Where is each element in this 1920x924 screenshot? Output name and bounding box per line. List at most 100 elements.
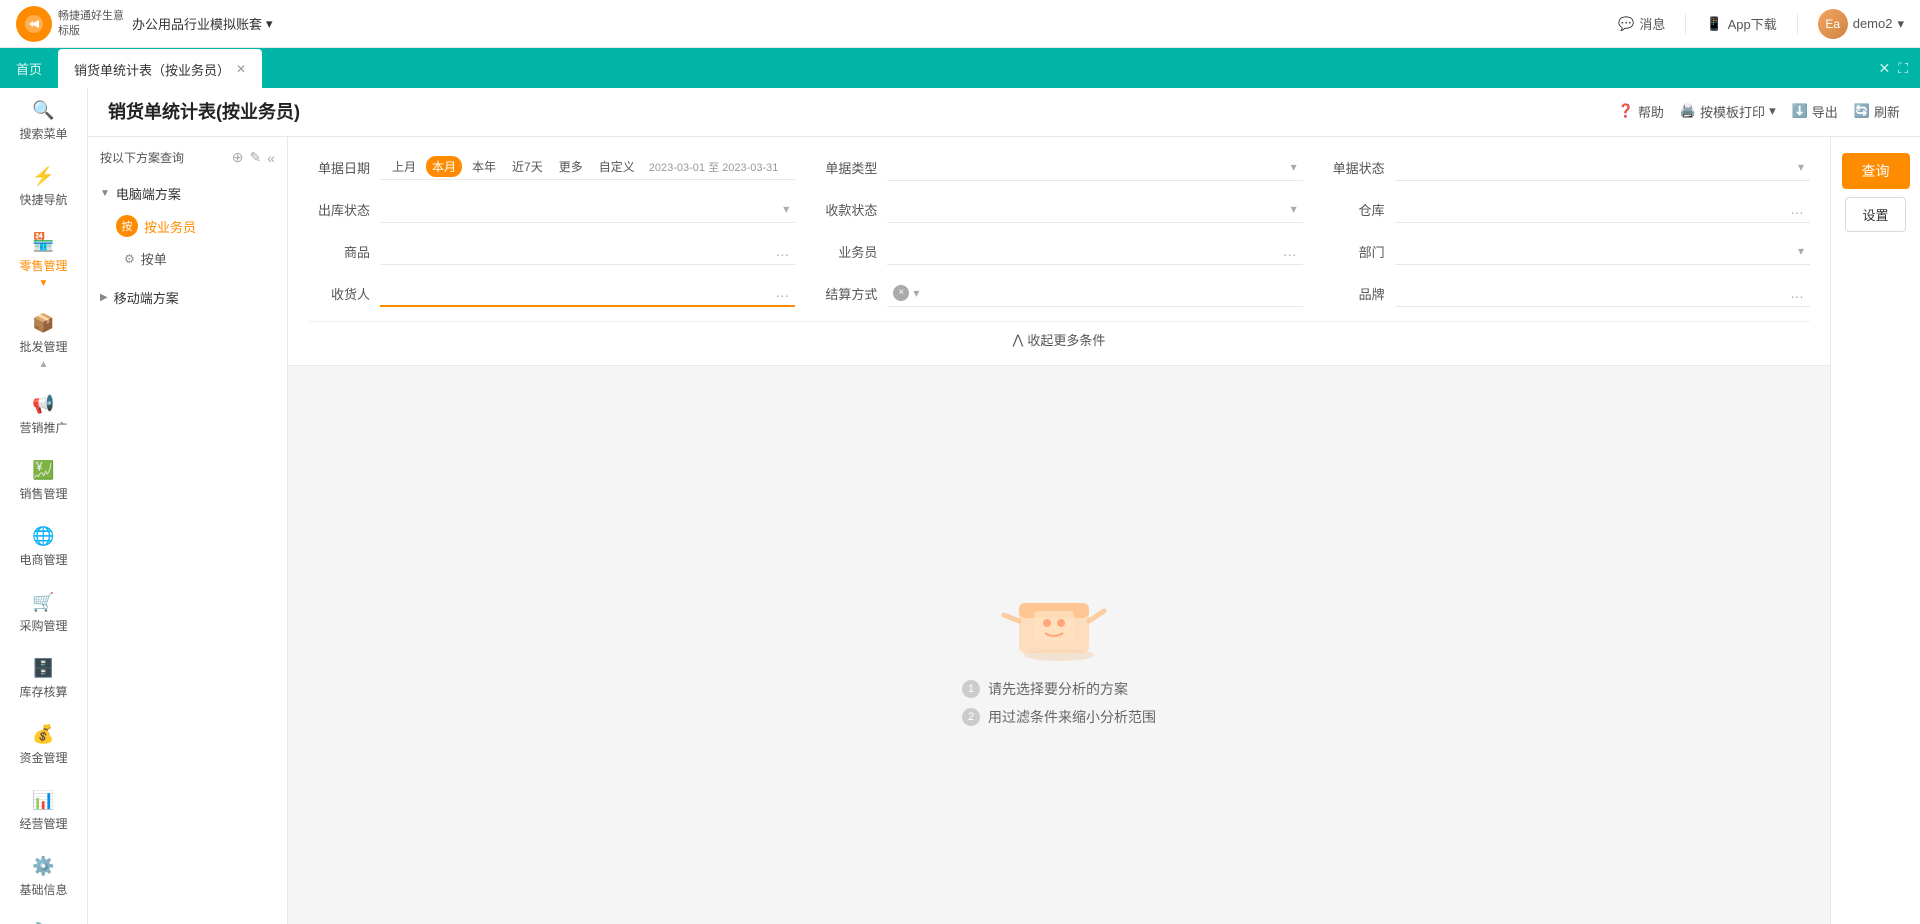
empty-svg-icon (999, 563, 1119, 663)
sidebar-item-operations[interactable]: 📊 经营管理 (0, 778, 87, 844)
app-download-btn[interactable]: 📱 App下载 (1706, 14, 1776, 33)
inventory-icon: 🗄️ (32, 658, 54, 679)
finance-icon: 💰 (32, 724, 54, 745)
sidebar-item-system[interactable]: 🔧 系统管理 (0, 910, 87, 924)
recv-status-label: 收款状态 (815, 200, 887, 219)
settings-button[interactable]: 设置 (1845, 197, 1905, 232)
topbar-right: 💬 消息 📱 App下载 Ea demo2 ▾ (1618, 9, 1904, 39)
message-btn[interactable]: 💬 消息 (1618, 14, 1665, 33)
help-btn[interactable]: ❓ 帮助 (1618, 102, 1664, 121)
sidebar-wholesale-label: 批发管理 (19, 338, 67, 355)
filter-results-area: 按以下方案查询 ⊕ ✎ « ▼ 电脑端方案 按 (88, 137, 1920, 924)
sidebar-item-purchase[interactable]: 🛒 采购管理 (0, 580, 87, 646)
date-7days[interactable]: 近7天 (506, 156, 549, 177)
sidebar-quick-label: 快捷导航 (19, 191, 67, 208)
goods-label: 商品 (308, 242, 380, 261)
query-button[interactable]: 查询 (1842, 153, 1910, 189)
divider (1685, 14, 1686, 34)
wholesale-arrow-icon: ▲ (39, 359, 49, 370)
user-menu[interactable]: Ea demo2 ▾ (1818, 9, 1904, 39)
recv-status-select[interactable]: ▾ (887, 195, 1302, 223)
sidebar-item-ecommerce[interactable]: 🌐 电商管理 (0, 514, 87, 580)
tab-close-icon[interactable]: ✕ (236, 62, 246, 76)
maximize-window-icon[interactable]: ⛶ (1898, 60, 1908, 77)
date-more[interactable]: 更多 (553, 156, 589, 177)
filter-row-1: 单据日期 上月 本月 本年 近7天 更多 自定义 2023-03-01 至 20… (308, 153, 1810, 181)
out-status-label: 出库状态 (308, 200, 380, 219)
close-window-icon[interactable]: ✕ (1878, 60, 1890, 77)
empty-hints: 1 请先选择要分析的方案 2 用过滤条件来缩小分析范围 (962, 679, 1156, 727)
date-filter-options: 上月 本月 本年 近7天 更多 自定义 2023-03-01 至 2023-03… (386, 156, 778, 177)
collapse-btn[interactable]: ⋀ 收起更多条件 (1013, 330, 1106, 349)
sidebar-item-finance[interactable]: 💰 资金管理 (0, 712, 87, 778)
content-wrapper: 🔍 搜索菜单 ⚡ 快捷导航 🏪 零售管理 ▼ 📦 批发管理 ▲ 📢 营销推广 (0, 88, 1920, 924)
sidebar-inventory-label: 库存核算 (19, 683, 67, 700)
collapse-bar: ⋀ 收起更多条件 (308, 321, 1810, 357)
tab-home[interactable]: 首页 (0, 48, 58, 88)
date-last-month[interactable]: 上月 (386, 156, 422, 177)
sidebar-item-retail[interactable]: 🏪 零售管理 ▼ (0, 220, 87, 301)
dept-select[interactable]: ▾ (1395, 237, 1810, 265)
sidebar-item-search[interactable]: 🔍 搜索菜单 (0, 88, 87, 154)
refresh-label: 刷新 (1874, 102, 1900, 121)
staff-input[interactable]: … (887, 237, 1302, 265)
date-this-year[interactable]: 本年 (466, 156, 502, 177)
refresh-btn[interactable]: 🔄 刷新 (1854, 102, 1900, 121)
sidebar-item-sales[interactable]: 💹 销售管理 (0, 448, 87, 514)
sidebar-item-wholesale[interactable]: 📦 批发管理 ▲ (0, 301, 87, 382)
filter-row-3: 商品 … 业务员 … 部门 (308, 237, 1810, 265)
consignee-input[interactable]: … (380, 279, 795, 307)
username-label: demo2 (1853, 16, 1893, 31)
home-label: 首页 (16, 59, 42, 78)
sales-icon: 💹 (32, 460, 54, 481)
scheme-item-by-staff[interactable]: 按 按业务员 (88, 209, 287, 243)
doc-type-select[interactable]: ▾ (887, 153, 1302, 181)
sidebar-sales-label: 销售管理 (19, 485, 67, 502)
date-custom[interactable]: 自定义 (593, 156, 641, 177)
filter-section: 单据日期 上月 本月 本年 近7天 更多 自定义 2023-03-01 至 20… (288, 137, 1830, 366)
action-buttons-panel: 查询 设置 (1830, 137, 1920, 924)
page-header-bar: 销货单统计表(按业务员) ❓ 帮助 🖨️ 按模板打印 ▾ ⬇️ 导出 (88, 88, 1920, 137)
scheme-group-mobile-name: 移动端方案 (114, 288, 179, 307)
retail-icon: 🏪 (32, 232, 54, 253)
brand-input[interactable]: … (1395, 279, 1810, 307)
search-icon: 🔍 (32, 100, 54, 121)
scheme-group-desktop-header[interactable]: ▼ 电脑端方案 (88, 178, 287, 209)
message-icon: 💬 (1618, 16, 1634, 32)
sidebar-item-inventory[interactable]: 🗄️ 库存核算 (0, 646, 87, 712)
sidebar-item-marketing[interactable]: 📢 营销推广 (0, 382, 87, 448)
date-label: 单据日期 (308, 158, 380, 177)
sidebar-item-basic[interactable]: ⚙️ 基础信息 (0, 844, 87, 910)
retail-arrow-icon: ▼ (39, 278, 49, 289)
scheme-group-mobile-header[interactable]: ▶ 移动端方案 (88, 282, 287, 313)
doc-type-label: 单据类型 (815, 158, 887, 177)
scheme-header: 按以下方案查询 ⊕ ✎ « (88, 149, 287, 174)
account-dropdown[interactable]: 办公用品行业模拟账套 ▾ (132, 14, 273, 33)
payment-clear-btn[interactable]: × (893, 285, 909, 301)
sidebar-purchase-label: 采购管理 (19, 617, 67, 634)
divider2 (1797, 14, 1798, 34)
scheme-active-dot: 按 (116, 215, 138, 237)
date-filter-cell: 上月 本月 本年 近7天 更多 自定义 2023-03-01 至 2023-03… (380, 154, 795, 180)
sidebar-item-quick[interactable]: ⚡ 快捷导航 (0, 154, 87, 220)
payment-select[interactable]: × ▾ (887, 279, 1302, 307)
scheme-collapse-icon[interactable]: « (267, 150, 275, 166)
scheme-item-by-doc[interactable]: ⚙ 按单 (88, 243, 287, 274)
sidebar-ecommerce-label: 电商管理 (19, 551, 67, 568)
scheme-add-icon[interactable]: ⊕ (232, 149, 244, 166)
goods-input[interactable]: … (380, 237, 795, 265)
template-print-btn[interactable]: 🖨️ 按模板打印 ▾ (1680, 102, 1776, 121)
tab-sales-stats[interactable]: 销货单统计表（按业务员） ✕ (58, 49, 262, 89)
staff-label: 业务员 (815, 242, 887, 261)
scheme-sub-icon: ⚙ (124, 252, 135, 266)
export-btn[interactable]: ⬇️ 导出 (1792, 102, 1838, 121)
scheme-edit-icon[interactable]: ✎ (249, 149, 261, 166)
sidebar-search-label: 搜索菜单 (19, 125, 67, 142)
date-this-month[interactable]: 本月 (426, 156, 462, 177)
warehouse-input[interactable]: … (1395, 195, 1810, 223)
out-status-select[interactable]: ▾ (380, 195, 795, 223)
brand-dots: … (1790, 285, 1804, 301)
doc-status-select[interactable]: ▾ (1395, 153, 1810, 181)
collapse-arrow-icon: ⋀ (1013, 332, 1024, 348)
out-status-arrow: ▾ (783, 202, 789, 216)
